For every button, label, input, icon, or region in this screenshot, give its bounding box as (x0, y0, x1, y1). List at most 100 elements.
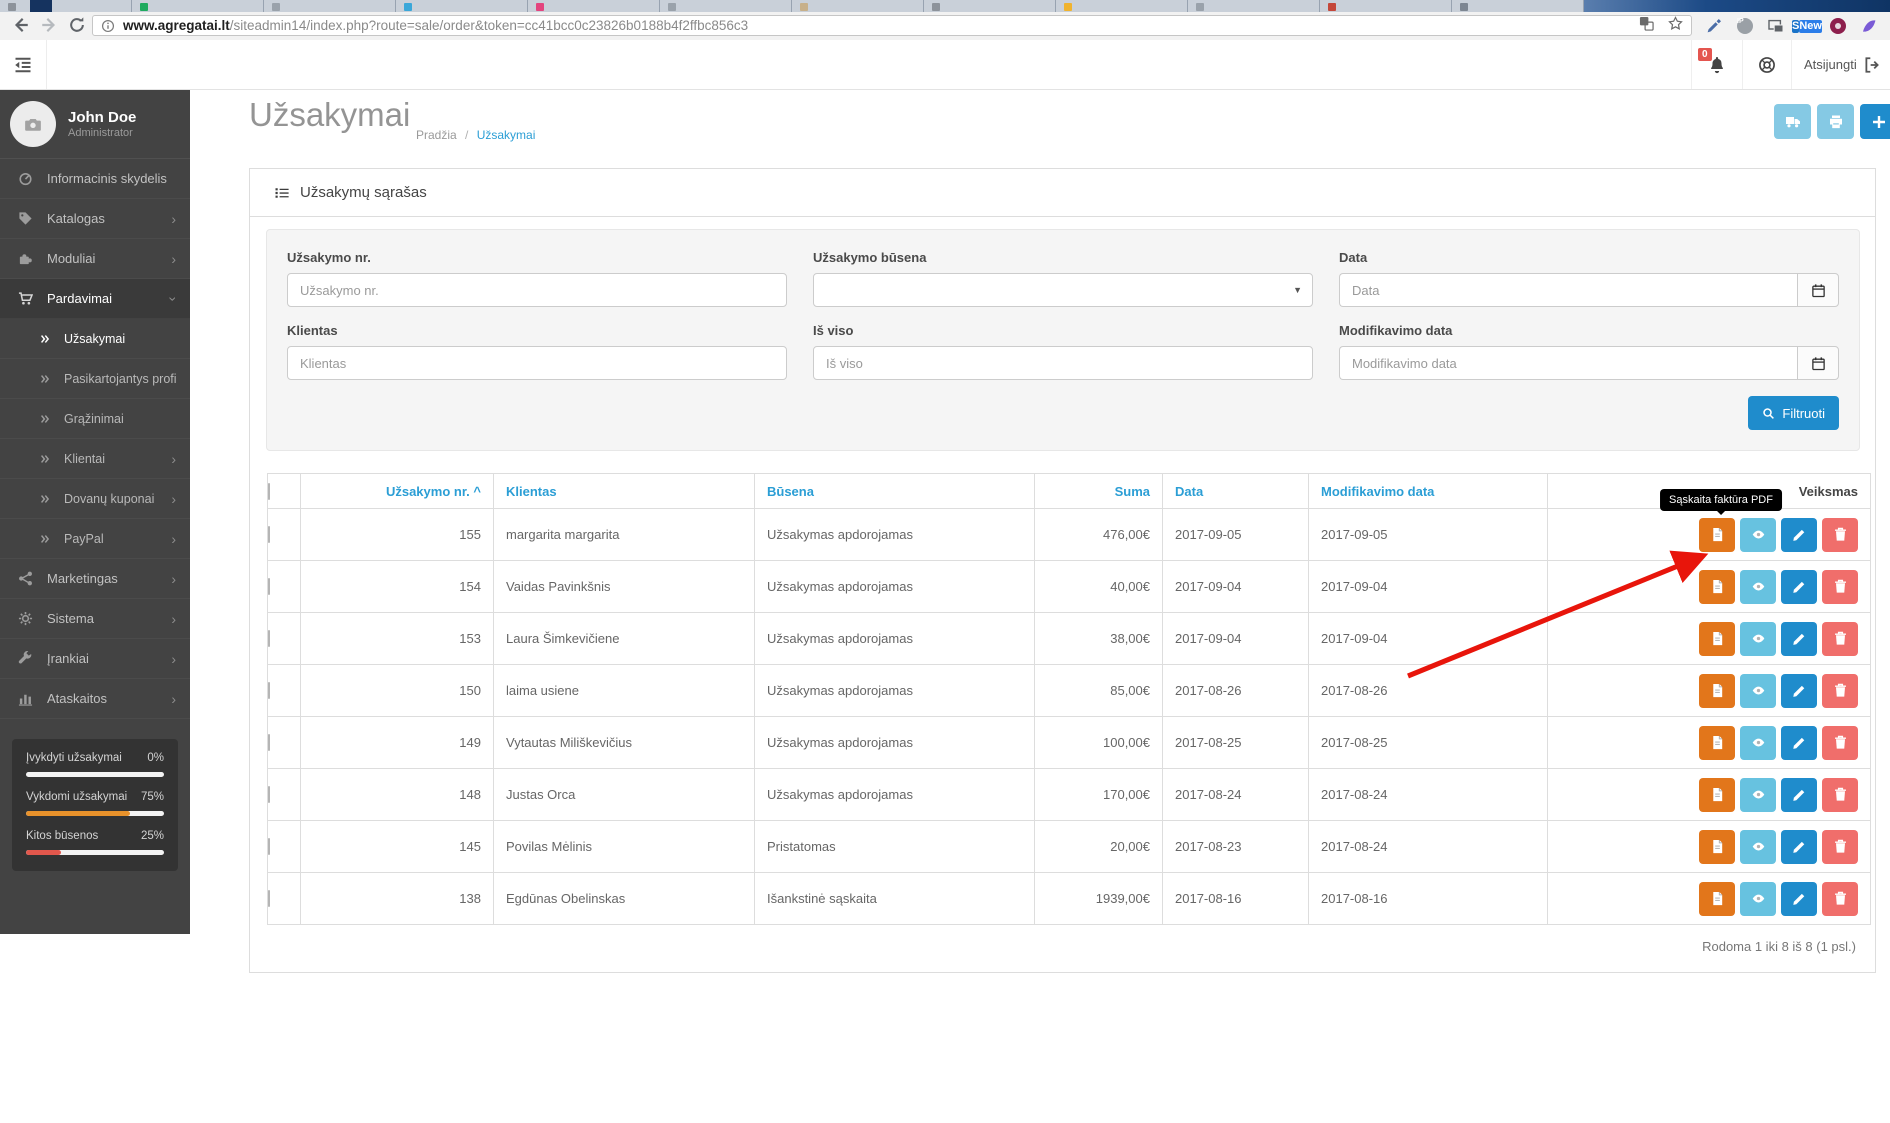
row-checkbox[interactable] (268, 578, 270, 595)
browser-tab[interactable] (660, 0, 792, 12)
add-order-button[interactable] (1860, 104, 1890, 139)
feather-extension-icon[interactable] (1860, 17, 1878, 35)
s-extension-icon[interactable]: S New (1792, 17, 1822, 35)
edit-order-button[interactable] (1781, 881, 1817, 916)
view-order-button[interactable] (1740, 569, 1776, 604)
notifications-button[interactable]: 0 (1691, 40, 1742, 89)
delete-order-button[interactable] (1822, 569, 1858, 604)
sidebar-item[interactable]: Marketingas (0, 559, 190, 599)
row-checkbox[interactable] (268, 682, 270, 699)
bookmark-star-icon[interactable] (1668, 16, 1683, 36)
edit-order-button[interactable] (1781, 517, 1817, 552)
sidebar-item[interactable]: Sistema (0, 599, 190, 639)
forward-button[interactable] (40, 16, 60, 36)
delete-order-button[interactable] (1822, 881, 1858, 916)
ip-extension-icon[interactable]: IP (1736, 17, 1754, 35)
breadcrumb-home-link[interactable]: Pradžia (416, 128, 457, 142)
sidebar-item[interactable]: Užsakymai (0, 319, 190, 359)
date-calendar-button[interactable] (1797, 273, 1839, 307)
delete-order-button[interactable] (1822, 725, 1858, 760)
row-checkbox[interactable] (268, 786, 270, 803)
row-checkbox[interactable] (268, 734, 270, 751)
invoice-pdf-button[interactable] (1699, 673, 1735, 708)
customer-input[interactable] (287, 346, 787, 380)
breadcrumb-current[interactable]: Užsakymai (477, 128, 536, 142)
sidebar-item[interactable]: Pasikartojantys profiliai (0, 359, 190, 399)
sidebar-toggle-button[interactable] (0, 40, 47, 89)
view-order-button[interactable] (1740, 725, 1776, 760)
logout-button[interactable]: Atsijungti (1791, 40, 1890, 89)
row-checkbox[interactable] (268, 838, 270, 855)
eyedropper-extension-icon[interactable] (1705, 17, 1723, 35)
row-checkbox[interactable] (268, 526, 270, 543)
edit-order-button[interactable] (1781, 777, 1817, 812)
delete-order-button[interactable] (1822, 517, 1858, 552)
invoice-pdf-button[interactable] (1699, 777, 1735, 812)
total-input[interactable] (813, 346, 1313, 380)
column-header-status[interactable]: Būsena (754, 473, 1035, 509)
delete-order-button[interactable] (1822, 673, 1858, 708)
sidebar-item[interactable]: Moduliai (0, 239, 190, 279)
column-header-total[interactable]: Suma (1034, 473, 1163, 509)
edit-order-button[interactable] (1781, 829, 1817, 864)
select-all-checkbox[interactable] (268, 482, 270, 500)
invoice-pdf-button[interactable] (1699, 881, 1735, 916)
page-info-icon[interactable] (101, 19, 115, 33)
invoice-pdf-button[interactable] (1699, 517, 1735, 552)
view-order-button[interactable] (1740, 621, 1776, 656)
invoice-pdf-button[interactable] (1699, 829, 1735, 864)
column-header-date[interactable]: Data (1162, 473, 1309, 509)
delete-order-button[interactable] (1822, 829, 1858, 864)
help-button[interactable] (1742, 40, 1791, 89)
browser-tab[interactable] (396, 0, 528, 12)
browser-tab[interactable] (132, 0, 264, 12)
column-header-customer[interactable]: Klientas (493, 473, 755, 509)
invoice-pdf-button[interactable] (1699, 569, 1735, 604)
sidebar-item[interactable]: Informacinis skydelis (0, 159, 190, 199)
row-checkbox[interactable] (268, 890, 270, 907)
browser-tab[interactable] (1056, 0, 1188, 12)
browser-tab[interactable] (1452, 0, 1584, 12)
sidebar-item[interactable]: Ataskaitos (0, 679, 190, 719)
reload-button[interactable] (68, 16, 88, 36)
delete-order-button[interactable] (1822, 621, 1858, 656)
edit-order-button[interactable] (1781, 569, 1817, 604)
sidebar-item[interactable]: Įrankiai (0, 639, 190, 679)
view-order-button[interactable] (1740, 829, 1776, 864)
column-header-date-modified[interactable]: Modifikavimo data (1308, 473, 1548, 509)
invoice-pdf-button[interactable] (1699, 725, 1735, 760)
invoice-pdf-button[interactable] (1699, 621, 1735, 656)
cast-extension-icon[interactable] (1767, 17, 1785, 35)
date-modified-input[interactable] (1339, 346, 1797, 380)
row-checkbox[interactable] (268, 630, 270, 647)
view-order-button[interactable] (1740, 673, 1776, 708)
shipping-list-button[interactable] (1774, 104, 1811, 139)
sidebar-item[interactable]: PayPal (0, 519, 190, 559)
edit-order-button[interactable] (1781, 673, 1817, 708)
view-order-button[interactable] (1740, 517, 1776, 552)
back-button[interactable] (12, 16, 32, 36)
browser-tab[interactable] (0, 0, 132, 12)
browser-tab[interactable] (264, 0, 396, 12)
browser-tab[interactable] (1188, 0, 1320, 12)
view-order-button[interactable] (1740, 881, 1776, 916)
sidebar-item[interactable]: Dovanų kuponai (0, 479, 190, 519)
order-status-select[interactable] (813, 273, 1313, 307)
edit-order-button[interactable] (1781, 621, 1817, 656)
filter-button[interactable]: Filtruoti (1748, 396, 1839, 430)
browser-tab[interactable] (924, 0, 1056, 12)
sidebar-item[interactable]: Pardavimai (0, 279, 190, 319)
order-nr-input[interactable] (287, 273, 787, 307)
sidebar-item[interactable]: Grąžinimai (0, 399, 190, 439)
view-order-button[interactable] (1740, 777, 1776, 812)
edit-order-button[interactable] (1781, 725, 1817, 760)
address-bar[interactable]: www.agregatai.lt/siteadmin14/index.php?r… (92, 15, 1692, 36)
aperture-extension-icon[interactable] (1829, 17, 1847, 35)
column-header-order-nr[interactable]: Užsakymo nr. ^ (300, 473, 494, 509)
print-invoice-button[interactable] (1817, 104, 1854, 139)
browser-tab[interactable] (792, 0, 924, 12)
sidebar-item[interactable]: Klientai (0, 439, 190, 479)
date-input[interactable] (1339, 273, 1797, 307)
browser-tab[interactable] (1320, 0, 1452, 12)
translate-icon[interactable] (1639, 16, 1654, 36)
